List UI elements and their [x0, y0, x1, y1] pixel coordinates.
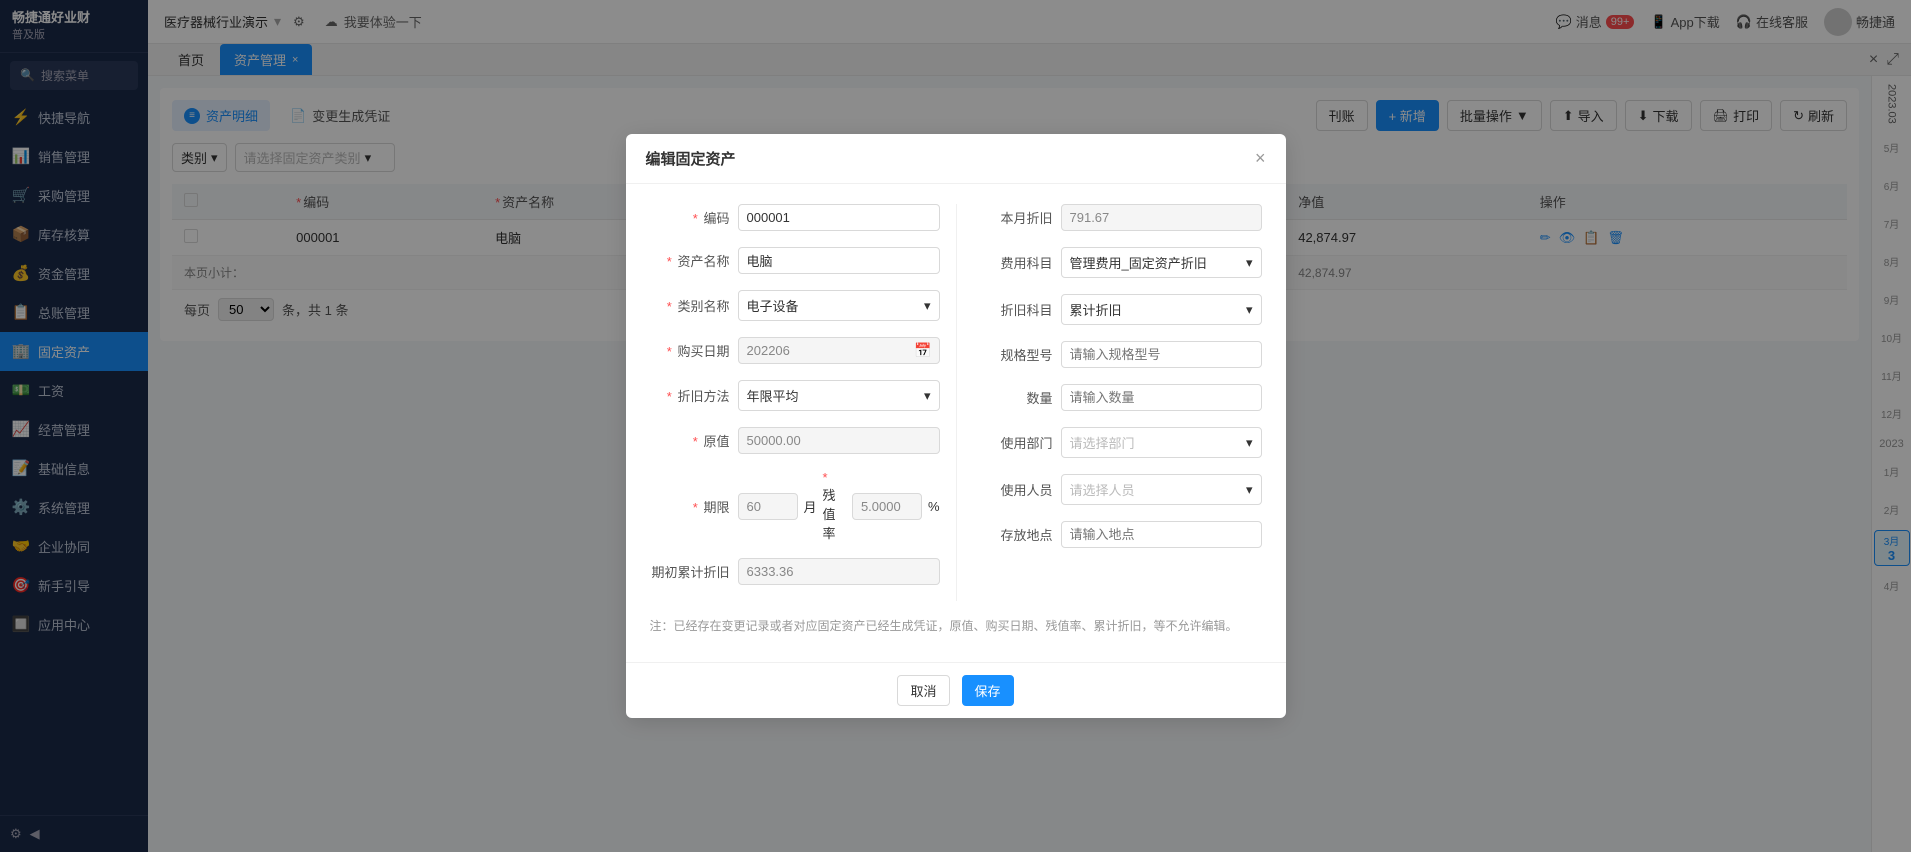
initial-dep-input[interactable] [738, 558, 940, 585]
category-select[interactable]: 电子设备 ▾ [738, 290, 940, 321]
calendar-icon: 📅 [914, 342, 931, 359]
form-item-user: 使用人员 请选择人员 ▾ [973, 474, 1262, 505]
department-arrow-icon: ▾ [1246, 435, 1253, 451]
dep-subject-select[interactable]: 累计折旧 ▾ [1061, 294, 1262, 325]
save-button[interactable]: 保存 [962, 675, 1014, 706]
asset-name-input[interactable] [738, 247, 940, 274]
form-item-dep-method: * 折旧方法 年限平均 ▾ [650, 380, 940, 411]
period-inline: 月 * 残值率 % [738, 470, 940, 542]
form-item-asset-name: * 资产名称 [650, 247, 940, 274]
code-input[interactable] [738, 204, 940, 231]
modal-header: 编辑固定资产 × [626, 134, 1286, 184]
form-grid: * 编码 * 资产名称 [650, 204, 1262, 601]
form-item-initial-dep: 期初累计折旧 [650, 558, 940, 585]
spec-model-input[interactable] [1061, 341, 1262, 368]
modal-close-button[interactable]: × [1255, 148, 1266, 169]
form-item-spec-model: 规格型号 [973, 341, 1262, 368]
department-select[interactable]: 请选择部门 ▾ [1061, 427, 1262, 458]
form-item-dep-subject: 折旧科目 累计折旧 ▾ [973, 294, 1262, 325]
form-right-col: 本月折旧 费用科目 管理费用_固定资产折旧 ▾ 折旧科目 [956, 204, 1262, 601]
period-input[interactable] [738, 493, 798, 520]
dep-subject-arrow-icon: ▾ [1246, 302, 1253, 318]
dep-method-arrow-icon: ▾ [924, 388, 931, 404]
expense-subject-arrow-icon: ▾ [1246, 255, 1253, 271]
form-item-expense-subject: 费用科目 管理费用_固定资产折旧 ▾ [973, 247, 1262, 278]
residual-rate-input[interactable] [852, 493, 922, 520]
purchase-date-wrap: 📅 [738, 337, 940, 364]
modal-body: * 编码 * 资产名称 [626, 184, 1286, 662]
form-item-location: 存放地点 [973, 521, 1262, 548]
expense-subject-select[interactable]: 管理费用_固定资产折旧 ▾ [1061, 247, 1262, 278]
user-arrow-icon: ▾ [1246, 482, 1253, 498]
form-item-quantity: 数量 [973, 384, 1262, 411]
form-item-monthly-dep: 本月折旧 [973, 204, 1262, 231]
form-item-code: * 编码 [650, 204, 940, 231]
monthly-dep-input [1061, 204, 1262, 231]
modal-note: 注：已经存在变更记录或者对应固定资产已经生成凭证，原值、购买日期、残值率、累计折… [650, 609, 1262, 642]
form-item-department: 使用部门 请选择部门 ▾ [973, 427, 1262, 458]
quantity-input[interactable] [1061, 384, 1262, 411]
dep-method-select[interactable]: 年限平均 ▾ [738, 380, 940, 411]
purchase-date-input[interactable] [738, 337, 940, 364]
location-input[interactable] [1061, 521, 1262, 548]
cancel-button[interactable]: 取消 [897, 675, 949, 706]
modal-overlay: 编辑固定资产 × * 编码 [0, 0, 1911, 852]
edit-asset-modal: 编辑固定资产 × * 编码 [626, 134, 1286, 718]
category-select-arrow-icon: ▾ [924, 298, 931, 314]
form-item-period: * 期限 月 * 残值率 % [650, 470, 940, 542]
user-select[interactable]: 请选择人员 ▾ [1061, 474, 1262, 505]
modal-footer: 取消 保存 [626, 662, 1286, 718]
form-item-category: * 类别名称 电子设备 ▾ [650, 290, 940, 321]
form-item-original-value: * 原值 [650, 427, 940, 454]
original-value-input[interactable] [738, 427, 940, 454]
form-item-purchase-date: * 购买日期 📅 [650, 337, 940, 364]
modal-title: 编辑固定资产 [646, 148, 736, 169]
form-left-col: * 编码 * 资产名称 [650, 204, 956, 601]
